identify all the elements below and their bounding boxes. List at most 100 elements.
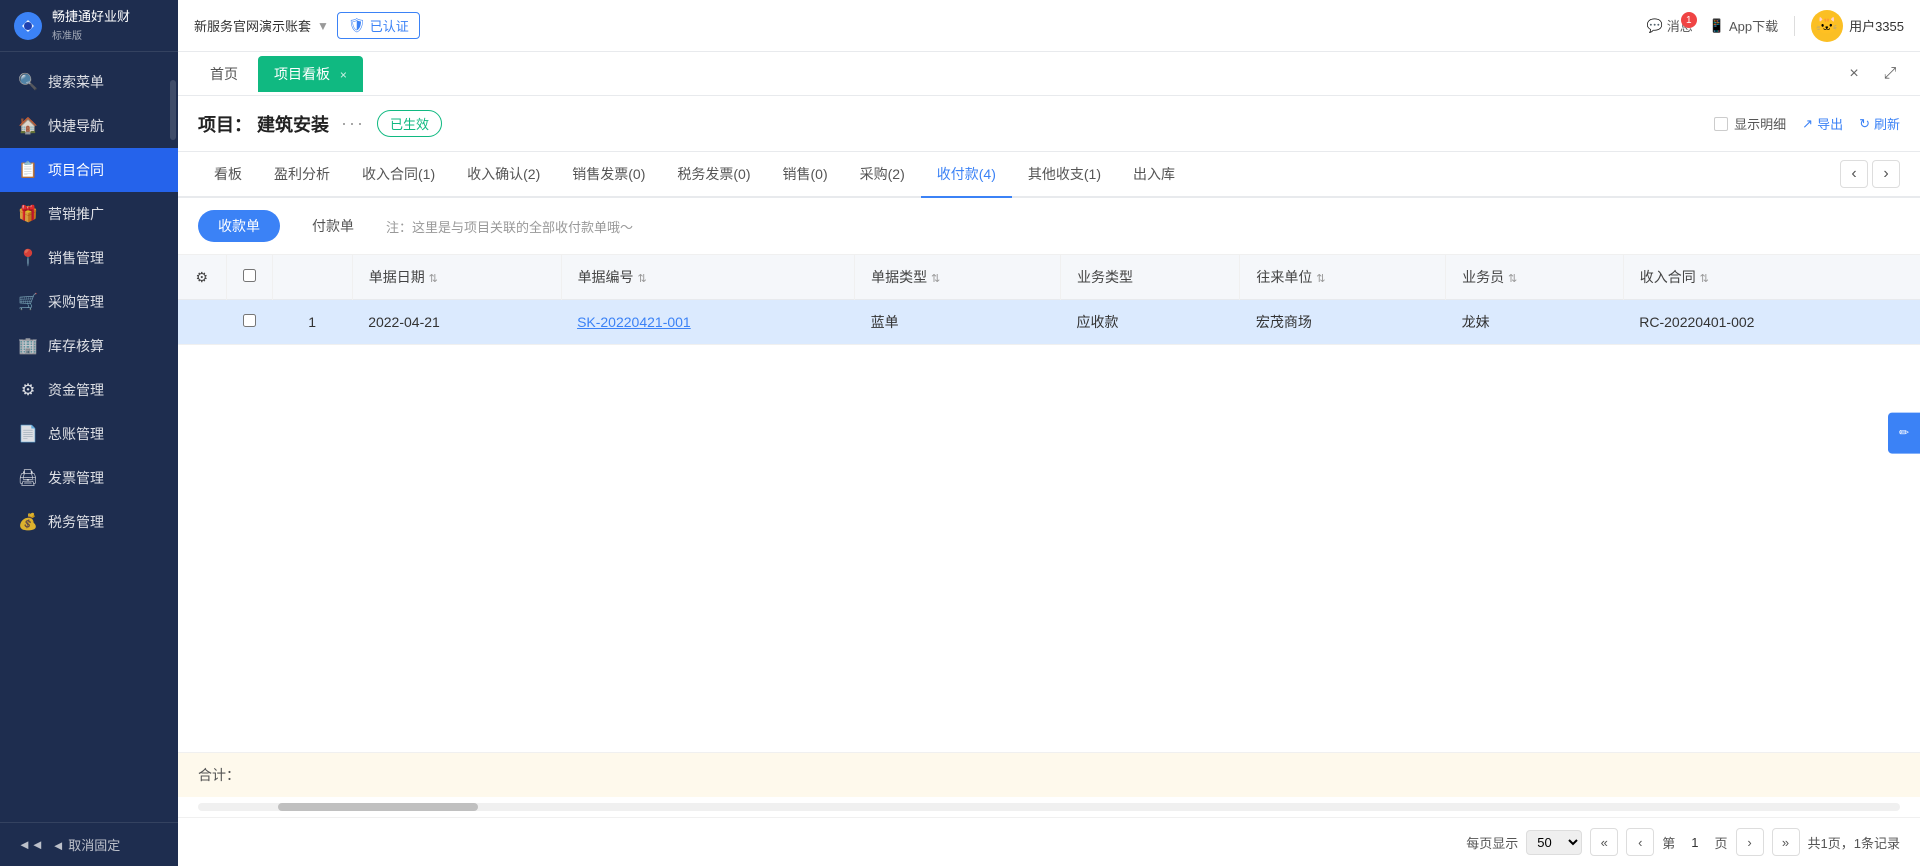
scrollbar-track	[198, 803, 1900, 811]
nav-label-0: 搜索菜单	[48, 72, 104, 92]
account-selector[interactable]: 新服务官网演示账套 ▼	[194, 16, 329, 35]
page-size-select[interactable]: 50 100 200	[1526, 830, 1582, 855]
col-partner[interactable]: 往来单位 ⇅	[1240, 255, 1446, 300]
sub-tab-7[interactable]: 采购(2)	[844, 152, 921, 198]
refresh-button[interactable]: ↻ 刷新	[1859, 114, 1900, 133]
export-icon: ↗	[1802, 116, 1813, 132]
close-window-button[interactable]: ×	[1840, 60, 1868, 88]
cell-settings-0	[178, 300, 226, 345]
sidebar-item-8[interactable]: 📄 总账管理	[0, 412, 178, 456]
sub-tab-5[interactable]: 税务发票(0)	[661, 152, 766, 198]
prev-page-button[interactable]: ‹	[1626, 828, 1654, 856]
col-index	[272, 255, 352, 300]
last-page-button[interactable]: »	[1772, 828, 1800, 856]
sidebar-unpin-button[interactable]: ◄◄ ◄ 取消固定	[0, 822, 178, 866]
total-info: 共1页，1条记录	[1808, 833, 1900, 852]
message-button[interactable]: 💬 消息 1	[1647, 16, 1693, 35]
sub-tab-prev-button[interactable]: ‹	[1840, 160, 1868, 188]
table-wrapper: ⚙ 单据日期 ⇅ 单据编号 ⇅ 单据类型 ⇅ 业务类型 往来单位 ⇅ 业务员 ⇅	[178, 255, 1920, 752]
sidebar-item-1[interactable]: 🏠 快捷导航	[0, 104, 178, 148]
sidebar-item-2[interactable]: 📋 项目合同	[0, 148, 178, 192]
main-content: 新服务官网演示账套 ▼ 🛡 已认证 💬 消息 1 📱 App下载 🐱 用户335…	[178, 0, 1920, 866]
float-right-button[interactable]: ✏	[1888, 413, 1920, 454]
cell-check-0[interactable]	[226, 300, 272, 345]
sub-tab-8[interactable]: 收付款(4)	[921, 152, 1012, 198]
app-version: 标准版	[52, 27, 130, 42]
sub-tab-6[interactable]: 销售(0)	[767, 152, 844, 198]
sub-tab-1[interactable]: 盈利分析	[258, 152, 346, 198]
horizontal-scrollbar[interactable]	[178, 797, 1920, 817]
nav-icon-10: 💰	[18, 512, 38, 532]
sub-tab-next-button[interactable]: ›	[1872, 160, 1900, 188]
col-number[interactable]: 单据编号 ⇅	[561, 255, 855, 300]
tab-home[interactable]: 首页	[194, 56, 254, 92]
sub-tab-2[interactable]: 收入合同(1)	[346, 152, 451, 198]
sidebar-item-9[interactable]: 🖨 发票管理	[0, 456, 178, 500]
content-area: 项目： 建筑安装 ··· 已生效 显示明细 ↗ 导出 ↻ 刷新	[178, 96, 1920, 866]
col-type[interactable]: 单据类型 ⇅	[855, 255, 1061, 300]
sidebar-item-10[interactable]: 💰 税务管理	[0, 500, 178, 544]
project-header: 项目： 建筑安装 ··· 已生效 显示明细 ↗ 导出 ↻ 刷新	[178, 96, 1920, 152]
page-label: 第	[1662, 833, 1675, 852]
nav-icon-4: 📍	[18, 248, 38, 268]
tab-project-board[interactable]: 项目看板 ×	[258, 56, 363, 92]
cell-number-0[interactable]: SK-20220421-001	[561, 300, 855, 345]
col-date[interactable]: 单据日期 ⇅	[352, 255, 561, 300]
scrollbar-thumb[interactable]	[278, 803, 478, 811]
sort-contract-icon: ⇅	[1700, 273, 1709, 285]
app-download-button[interactable]: 📱 App下载	[1709, 16, 1778, 35]
col-settings[interactable]: ⚙	[178, 255, 226, 300]
row-checkbox-0[interactable]	[243, 314, 256, 327]
app-logo: 畅捷通好业财 标准版	[0, 0, 178, 52]
sub-tabs: 看板盈利分析收入合同(1)收入确认(2)销售发票(0)税务发票(0)销售(0)采…	[178, 152, 1920, 198]
page-suffix: 页	[1715, 833, 1728, 852]
cell-contract-0: RC-20220401-002	[1623, 300, 1920, 345]
project-more-button[interactable]: ···	[341, 113, 365, 134]
sidebar-item-6[interactable]: 🏢 库存核算	[0, 324, 178, 368]
export-button[interactable]: ↗ 导出	[1802, 114, 1843, 133]
select-all-checkbox[interactable]	[243, 269, 256, 282]
account-name: 新服务官网演示账套	[194, 16, 311, 35]
pay-button[interactable]: 付款单	[292, 210, 374, 242]
show-detail-toggle[interactable]: 显示明细	[1714, 114, 1786, 133]
topbar-left: 新服务官网演示账套 ▼ 🛡 已认证	[194, 12, 1647, 39]
project-prefix: 项目：	[198, 115, 252, 135]
next-page-button[interactable]: ›	[1736, 828, 1764, 856]
sub-tab-10[interactable]: 出入库	[1117, 152, 1191, 198]
nav-icon-5: 🛒	[18, 292, 38, 312]
phone-icon: 📱	[1709, 18, 1725, 34]
pagination: 每页显示 50 100 200 « ‹ 第 1 页 › » 共1页，1条记录	[178, 817, 1920, 866]
nav-icon-3: 🎁	[18, 204, 38, 224]
sidebar-item-7[interactable]: ⚙ 资金管理	[0, 368, 178, 412]
user-info[interactable]: 🐱 用户3355	[1811, 10, 1904, 42]
nav-label-2: 项目合同	[48, 160, 104, 180]
sidebar-item-4[interactable]: 📍 销售管理	[0, 236, 178, 280]
project-name: 建筑安装	[257, 115, 329, 135]
receipt-button[interactable]: 收款单	[198, 210, 280, 242]
project-title: 项目： 建筑安装	[198, 111, 329, 137]
sidebar-item-0[interactable]: 🔍 搜索菜单	[0, 60, 178, 104]
sidebar-scrollbar[interactable]	[170, 80, 176, 140]
col-salesperson[interactable]: 业务员 ⇅	[1446, 255, 1624, 300]
table-row[interactable]: 1 2022-04-21 SK-20220421-001 蓝单 应收款 宏茂商场…	[178, 300, 1920, 345]
tab-close-icon[interactable]: ×	[340, 68, 347, 82]
topbar-right: 💬 消息 1 📱 App下载 🐱 用户3355	[1647, 10, 1904, 42]
nav-label-8: 总账管理	[48, 424, 104, 444]
sub-tab-0[interactable]: 看板	[198, 152, 258, 198]
maximize-window-button[interactable]: ⤢	[1876, 60, 1904, 88]
nav-label-10: 税务管理	[48, 512, 104, 532]
nav-label-9: 发票管理	[48, 468, 104, 488]
col-income-contract[interactable]: 收入合同 ⇅	[1623, 255, 1920, 300]
sort-salesperson-icon: ⇅	[1508, 273, 1517, 285]
sub-tab-9[interactable]: 其他收支(1)	[1012, 152, 1117, 198]
app-download-label: App下载	[1729, 16, 1778, 35]
nav-label-4: 销售管理	[48, 248, 104, 268]
sidebar-item-5[interactable]: 🛒 采购管理	[0, 280, 178, 324]
window-actions: × ⤢	[1840, 60, 1904, 88]
show-detail-checkbox[interactable]	[1714, 117, 1728, 131]
receipt-table: ⚙ 单据日期 ⇅ 单据编号 ⇅ 单据类型 ⇅ 业务类型 往来单位 ⇅ 业务员 ⇅	[178, 255, 1920, 345]
first-page-button[interactable]: «	[1590, 828, 1618, 856]
sub-tab-4[interactable]: 销售发票(0)	[556, 152, 661, 198]
sub-tab-3[interactable]: 收入确认(2)	[451, 152, 556, 198]
sidebar-item-3[interactable]: 🎁 营销推广	[0, 192, 178, 236]
